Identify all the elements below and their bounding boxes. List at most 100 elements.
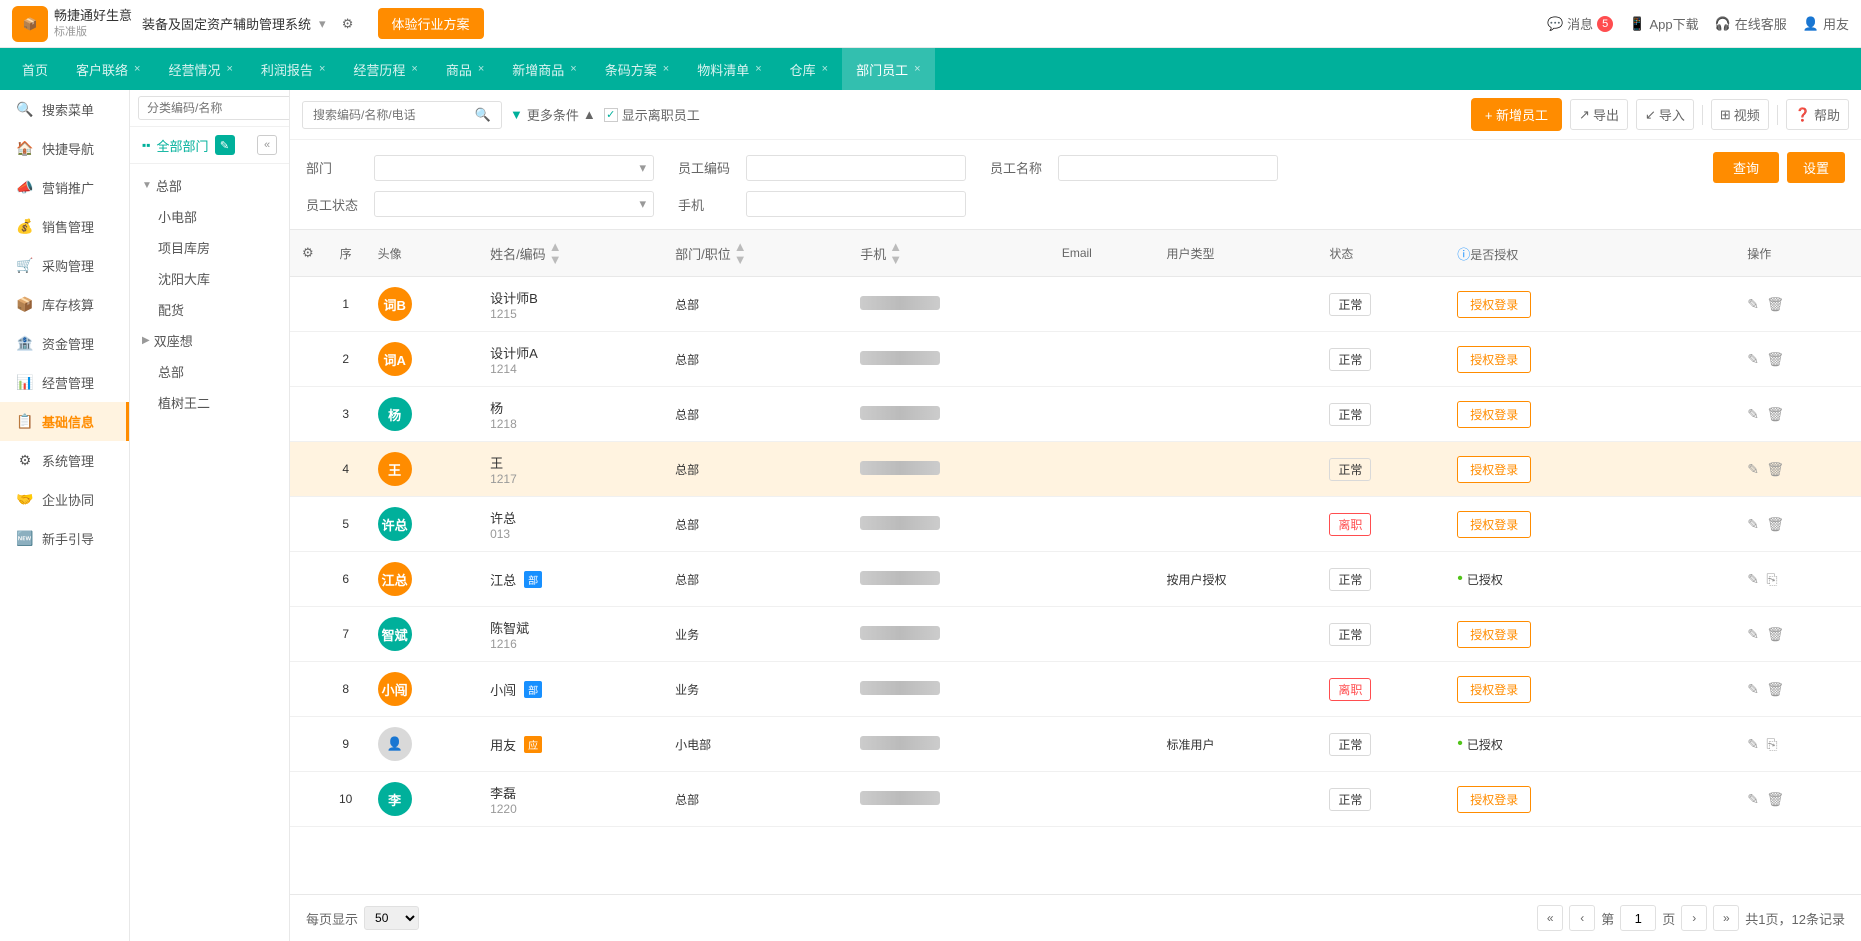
close-icon[interactable]: × (319, 63, 325, 75)
query-button[interactable]: 查询 (1713, 152, 1779, 183)
close-icon[interactable]: × (411, 63, 417, 75)
dept-edit-icon[interactable]: ✎ (215, 135, 235, 155)
search-icon[interactable]: 🔍 (475, 107, 491, 123)
dept-node-zongbu-child[interactable]: 总部 (130, 356, 289, 387)
sidebar-item-quicknav[interactable]: 🏠 快捷导航 (0, 129, 129, 168)
sidebar-item-marketing[interactable]: 📣 营销推广 (0, 168, 129, 207)
edit-icon[interactable]: ✎ (1747, 571, 1759, 587)
last-page-btn[interactable]: » (1713, 905, 1739, 931)
dept-node-projectroom[interactable]: 项目库房 (130, 232, 289, 263)
phone-input[interactable] (746, 191, 966, 217)
sidebar-item-search[interactable]: 🔍 搜索菜单 (0, 90, 129, 129)
auth-login-btn[interactable]: 授权登录 (1457, 346, 1531, 373)
online-service-item[interactable]: 🎧 在线客服 (1715, 14, 1787, 33)
close-icon[interactable]: × (822, 63, 828, 75)
dept-node-shenyang[interactable]: 沈阳大库 (130, 263, 289, 294)
edit-icon[interactable]: ✎ (1747, 791, 1759, 807)
delete-icon[interactable]: 🗑 (1766, 406, 1784, 422)
close-icon[interactable]: × (478, 63, 484, 75)
sidebar-item-enterprise[interactable]: 🤝 企业协同 (0, 480, 129, 519)
export-button[interactable]: ↗ 导出 (1570, 99, 1628, 130)
auth-login-btn[interactable]: 授权登录 (1457, 401, 1531, 428)
edit-icon[interactable]: ✎ (1747, 296, 1759, 312)
delete-icon[interactable]: 🗑 (1766, 516, 1784, 532)
close-icon[interactable]: × (755, 63, 761, 75)
copy-icon[interactable]: ⎘ (1766, 571, 1777, 587)
first-page-btn[interactable]: « (1537, 905, 1563, 931)
dept-node-peihuo[interactable]: 配货 (130, 294, 289, 325)
sidebar-item-capital[interactable]: 🏦 资金管理 (0, 324, 129, 363)
more-conditions-btn[interactable]: ▼ 更多条件 ▲ (510, 105, 596, 124)
sidebar-item-system[interactable]: ⚙ 系统管理 (0, 441, 129, 480)
tab-customer[interactable]: 客户联络× (62, 48, 154, 90)
tab-history[interactable]: 经营历程× (339, 48, 431, 90)
tab-barcode[interactable]: 条码方案× (591, 48, 683, 90)
tab-profit[interactable]: 利润报告× (247, 48, 339, 90)
tab-operations[interactable]: 经营情况× (154, 48, 246, 90)
user-item[interactable]: 👤 用友 (1803, 14, 1849, 33)
delete-icon[interactable]: 🗑 (1766, 681, 1784, 697)
auth-login-btn[interactable]: 授权登录 (1457, 786, 1531, 813)
close-icon[interactable]: × (914, 63, 920, 75)
settings-table-icon[interactable]: ⚙ (302, 245, 314, 260)
sidebar-item-purchase[interactable]: 🛒 采购管理 (0, 246, 129, 285)
auth-login-btn[interactable]: 授权登录 (1457, 676, 1531, 703)
auth-login-btn[interactable]: 授权登录 (1457, 291, 1531, 318)
next-page-btn[interactable]: › (1681, 905, 1707, 931)
dept-search-input[interactable] (138, 96, 290, 120)
emp-name-input[interactable] (1058, 155, 1278, 181)
edit-icon[interactable]: ✎ (1747, 351, 1759, 367)
auth-login-btn[interactable]: 授权登录 (1457, 511, 1531, 538)
reset-button[interactable]: 设置 (1787, 152, 1845, 183)
tab-bom[interactable]: 物料清单× (683, 48, 775, 90)
edit-icon[interactable]: ✎ (1747, 516, 1759, 532)
dept-all[interactable]: ▪▪ 全部部门 ✎ « (130, 127, 289, 164)
dept-select[interactable] (374, 155, 654, 181)
app-download-item[interactable]: 📱 App下载 (1629, 14, 1698, 33)
add-employee-button[interactable]: + 新增员工 (1471, 98, 1562, 131)
view-button[interactable]: ⊞ 视频 (1711, 99, 1769, 130)
auth-login-btn[interactable]: 授权登录 (1457, 621, 1531, 648)
edit-icon[interactable]: ✎ (1747, 681, 1759, 697)
sidebar-item-operations[interactable]: 📊 经营管理 (0, 363, 129, 402)
settings-icon[interactable]: ⚙ (334, 10, 362, 38)
import-button[interactable]: ↙ 导入 (1636, 99, 1694, 130)
dept-node-xiaodianbu[interactable]: 小电部 (130, 201, 289, 232)
help-button[interactable]: ❓ 帮助 (1786, 99, 1849, 130)
edit-icon[interactable]: ✎ (1747, 626, 1759, 642)
th-dept[interactable]: 部门/职位 ▲▼ (663, 230, 848, 277)
sidebar-item-basic[interactable]: 📋 基础信息 (0, 402, 129, 441)
per-page-select[interactable]: 50 100 200 (364, 906, 419, 930)
copy-icon[interactable]: ⎘ (1766, 736, 1777, 752)
sidebar-item-sales[interactable]: 💰 销售管理 (0, 207, 129, 246)
tab-warehouse[interactable]: 仓库× (776, 48, 842, 90)
search-input[interactable] (313, 108, 469, 122)
close-icon[interactable]: × (570, 63, 576, 75)
message-item[interactable]: 💬 消息 5 (1547, 14, 1613, 33)
dept-node-shuangzuo[interactable]: ▶ 双座想 (130, 325, 289, 356)
prev-page-btn[interactable]: ‹ (1569, 905, 1595, 931)
edit-icon[interactable]: ✎ (1747, 406, 1759, 422)
edit-icon[interactable]: ✎ (1747, 736, 1759, 752)
delete-icon[interactable]: 🗑 (1766, 626, 1784, 642)
auth-login-btn[interactable]: 授权登录 (1457, 456, 1531, 483)
th-name[interactable]: 姓名/编码 ▲▼ (478, 230, 663, 277)
tab-employees[interactable]: 部门员工× (842, 48, 934, 90)
close-icon[interactable]: × (663, 63, 669, 75)
trial-button[interactable]: 体验行业方案 (378, 8, 484, 39)
sidebar-item-guide[interactable]: 🆕 新手引导 (0, 519, 129, 558)
delete-icon[interactable]: 🗑 (1766, 351, 1784, 367)
edit-icon[interactable]: ✎ (1747, 461, 1759, 477)
dept-node-zhishu[interactable]: 植树王二 (130, 387, 289, 418)
tab-add-goods[interactable]: 新增商品× (498, 48, 590, 90)
close-icon[interactable]: × (226, 63, 232, 75)
delete-icon[interactable]: 🗑 (1766, 791, 1784, 807)
tab-home[interactable]: 首页 (8, 48, 62, 90)
checkbox-resigned[interactable]: ✓ (604, 108, 618, 122)
sidebar-item-inventory[interactable]: 📦 库存核算 (0, 285, 129, 324)
show-resigned-toggle[interactable]: ✓ 显示离职员工 (604, 105, 700, 124)
dept-node-zongbu-parent[interactable]: ▼ 总部 (130, 170, 289, 201)
tab-goods[interactable]: 商品× (432, 48, 498, 90)
page-number-input[interactable] (1620, 905, 1656, 931)
dept-collapse-btn[interactable]: « (257, 135, 277, 155)
